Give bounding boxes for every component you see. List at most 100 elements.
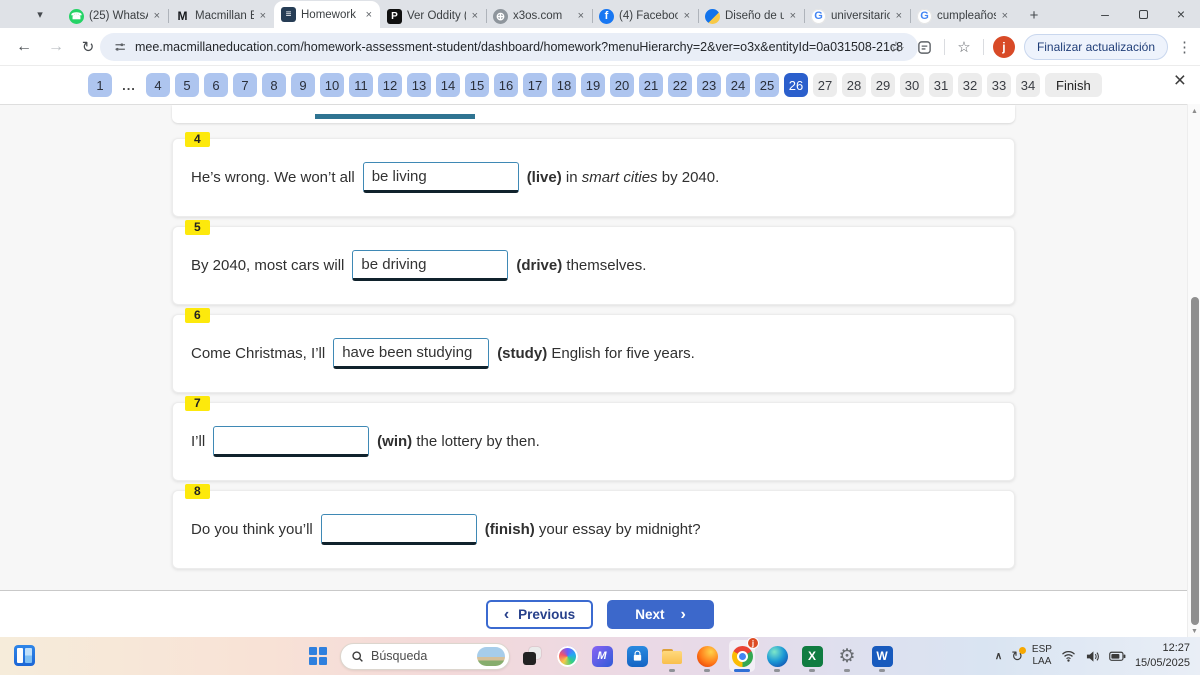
maximize-button[interactable] (1124, 0, 1162, 28)
question-page-button[interactable]: 26 (784, 73, 808, 97)
answer-input[interactable] (213, 426, 370, 457)
extension-star-icon[interactable]: ☆ (954, 37, 974, 57)
question-page-button[interactable]: 19 (581, 73, 605, 97)
tray-overflow-icon[interactable]: ∧ (995, 651, 1002, 662)
question-page-button[interactable]: 16 (494, 73, 518, 97)
edge-button[interactable] (764, 640, 790, 672)
question-page-button[interactable]: 18 (552, 73, 576, 97)
clock[interactable]: 12:27 15/05/2025 (1135, 641, 1190, 671)
question-page-button[interactable]: 25 (755, 73, 779, 97)
tab-close-icon[interactable]: × (577, 10, 585, 22)
microsoft365-button[interactable]: M (589, 640, 615, 672)
question-page-button[interactable]: Finish (1045, 73, 1102, 97)
question-page-button[interactable]: 5 (175, 73, 199, 97)
sync-status-icon[interactable]: ↻ (1011, 646, 1026, 665)
browser-tab[interactable]: M Macmillan Ed × (168, 4, 274, 28)
url-text[interactable]: mee.macmillaneducation.com/homework-asse… (135, 40, 904, 54)
tab-close-icon[interactable]: × (895, 10, 903, 22)
question-page-button[interactable]: 6 (204, 73, 228, 97)
widgets-icon[interactable] (14, 645, 35, 666)
profile-avatar[interactable]: j (992, 36, 1015, 58)
question-page-button[interactable]: 31 (929, 73, 953, 97)
scrollbar-thumb[interactable] (1190, 297, 1199, 625)
question-page-button[interactable]: 8 (262, 73, 286, 97)
tab-close-icon[interactable]: × (471, 10, 479, 22)
question-page-button[interactable]: 15 (465, 73, 489, 97)
browser-tab[interactable]: Diseño de un × (698, 4, 804, 28)
battery-icon[interactable] (1109, 651, 1126, 662)
question-page-button[interactable]: 7 (233, 73, 257, 97)
new-tab-button[interactable]: + (1024, 5, 1044, 25)
question-page-button[interactable]: 17 (523, 73, 547, 97)
tab-close-icon[interactable]: × (153, 10, 161, 22)
question-page-button[interactable]: 13 (407, 73, 431, 97)
answer-input[interactable] (320, 514, 477, 545)
browser-tab[interactable]: ≡ Homework × (274, 1, 380, 28)
previous-button[interactable]: ‹ Previous (486, 600, 593, 629)
browser-tab[interactable]: G cumpleaños × (910, 4, 1016, 28)
volume-icon[interactable] (1085, 650, 1100, 663)
browser-tab[interactable]: P Ver Oddity (2 × (380, 4, 486, 28)
question-page-button[interactable]: 12 (378, 73, 402, 97)
question-page-button[interactable]: 1 (88, 73, 112, 97)
close-exercise-icon[interactable]: × (1174, 70, 1186, 91)
tab-close-icon[interactable]: × (365, 9, 373, 21)
question-page-button[interactable]: 32 (958, 73, 982, 97)
question-page-button[interactable]: 10 (320, 73, 344, 97)
site-settings-icon[interactable] (114, 40, 126, 54)
answer-input[interactable] (333, 338, 490, 369)
file-explorer-button[interactable] (659, 640, 685, 672)
question-page-button[interactable]: 14 (436, 73, 460, 97)
browser-tab[interactable]: ☎ (25) WhatsAp × (62, 4, 168, 28)
finish-update-button[interactable]: Finalizar actualización (1023, 34, 1168, 60)
question-page-button[interactable]: 4 (146, 73, 170, 97)
settings-button[interactable]: ⚙ (834, 640, 860, 672)
minimize-button[interactable]: – (1086, 0, 1124, 28)
microsoft-store-button[interactable] (624, 640, 650, 672)
question-page-button[interactable]: 29 (871, 73, 895, 97)
copilot-button[interactable] (554, 640, 580, 672)
forward-button[interactable]: → (44, 35, 68, 59)
tab-close-icon[interactable]: × (259, 10, 267, 22)
question-page-button[interactable]: 34 (1016, 73, 1040, 97)
tab-search-icon[interactable]: ▾ (30, 4, 50, 24)
next-button[interactable]: Next › (607, 600, 714, 629)
tab-close-icon[interactable]: × (683, 10, 691, 22)
question-page-button[interactable]: 24 (726, 73, 750, 97)
question-page-button[interactable]: 30 (900, 73, 924, 97)
question-page-button[interactable]: 33 (987, 73, 1011, 97)
reload-button[interactable]: ↻ (76, 35, 100, 59)
question-page-button[interactable]: 27 (813, 73, 837, 97)
close-window-button[interactable]: × (1162, 0, 1200, 28)
tab-close-icon[interactable]: × (1001, 10, 1009, 22)
tab-close-icon[interactable]: × (789, 10, 797, 22)
question-page-button[interactable]: 9 (291, 73, 315, 97)
scroll-up-icon[interactable]: ▲ (1188, 108, 1200, 115)
extension-panel-icon[interactable] (915, 37, 935, 57)
excel-button[interactable]: X (799, 640, 825, 672)
firefox-button[interactable] (694, 640, 720, 672)
address-bar[interactable]: mee.macmillaneducation.com/homework-asse… (100, 33, 918, 61)
browser-tab[interactable]: f (4) Facebook × (592, 4, 698, 28)
scroll-down-icon[interactable]: ▼ (1188, 628, 1200, 635)
bookmark-star-icon[interactable]: ☆ (886, 37, 906, 57)
start-button[interactable] (305, 640, 331, 672)
language-indicator[interactable]: ESP LAA (1032, 644, 1052, 669)
question-page-button[interactable]: 20 (610, 73, 634, 97)
wifi-icon[interactable] (1061, 650, 1076, 662)
search-highlight-image[interactable] (477, 646, 505, 666)
browser-tab[interactable]: ⊕ x3os.com × (486, 4, 592, 28)
question-page-button[interactable]: 11 (349, 73, 373, 97)
question-page-button[interactable]: 23 (697, 73, 721, 97)
task-view-button[interactable] (519, 640, 545, 672)
answer-input[interactable] (362, 162, 519, 193)
taskbar-search[interactable]: Búsqueda (340, 642, 510, 670)
question-page-button[interactable]: 28 (842, 73, 866, 97)
word-button[interactable]: W (869, 640, 895, 672)
question-page-button[interactable]: 22 (668, 73, 692, 97)
answer-input[interactable] (352, 250, 509, 281)
browser-tab[interactable]: G universitario × (804, 4, 910, 28)
back-button[interactable]: ← (12, 35, 36, 59)
browser-menu-icon[interactable]: ⋮ (1177, 38, 1192, 56)
question-page-button[interactable]: 21 (639, 73, 663, 97)
